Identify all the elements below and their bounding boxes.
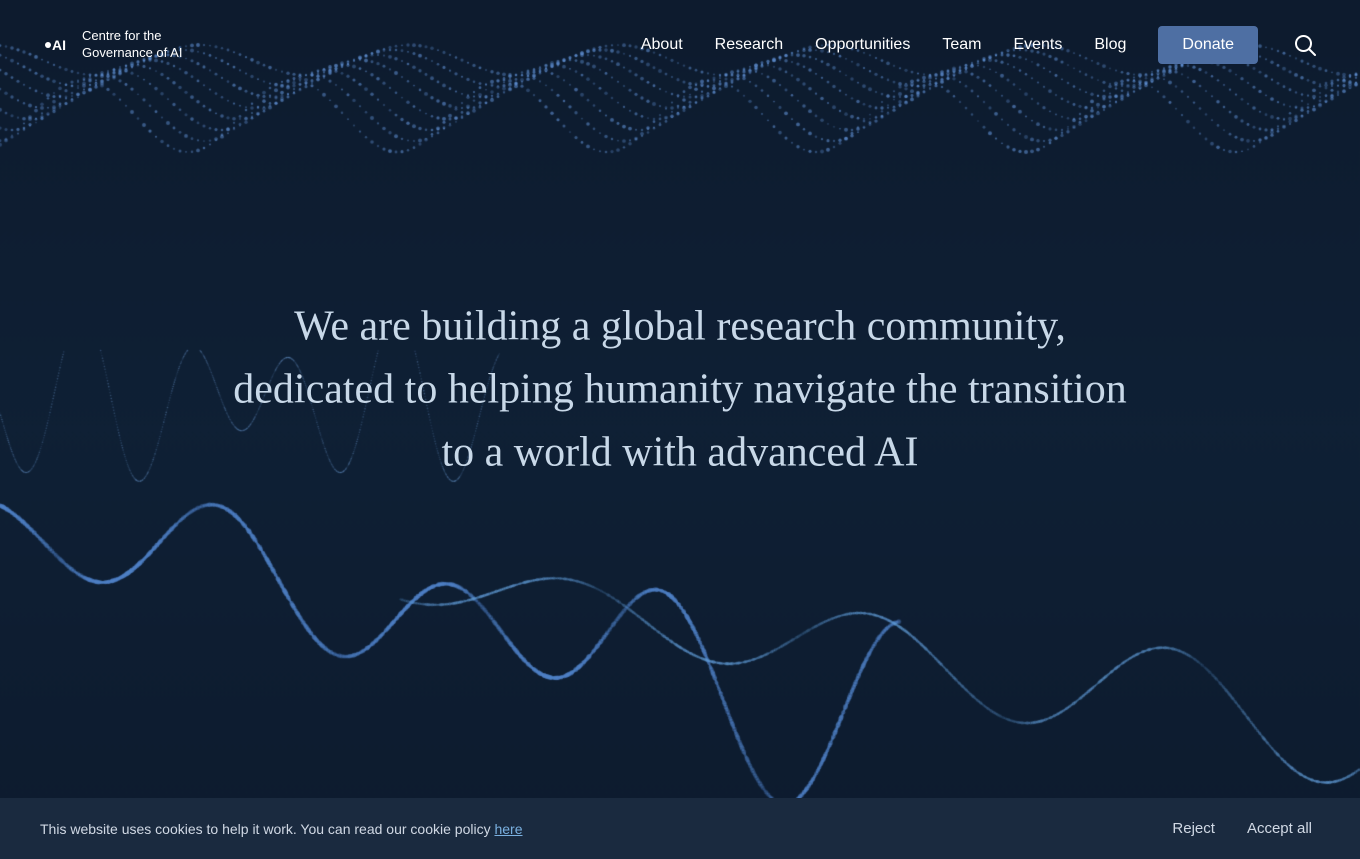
search-icon: [1294, 34, 1316, 56]
logo-text: Centre for the Governance of AI: [82, 28, 182, 62]
hero-section: We are building a global research commun…: [230, 295, 1130, 484]
nav-events[interactable]: Events: [1013, 36, 1062, 54]
search-button[interactable]: [1290, 30, 1320, 60]
logo[interactable]: AI Centre for the Governance of AI: [40, 28, 182, 62]
main-nav: About Research Opportunities Team Events…: [641, 26, 1320, 64]
cookie-banner: This website uses cookies to help it wor…: [0, 798, 1360, 859]
cookie-message: This website uses cookies to help it wor…: [40, 821, 523, 837]
svg-text:AI: AI: [52, 37, 66, 53]
hero-heading: We are building a global research commun…: [230, 295, 1130, 484]
cookie-policy-link[interactable]: here: [494, 821, 522, 837]
nav-team[interactable]: Team: [942, 36, 981, 54]
header: AI Centre for the Governance of AI About…: [0, 0, 1360, 90]
nav-blog[interactable]: Blog: [1094, 36, 1126, 54]
donate-button[interactable]: Donate: [1158, 26, 1258, 64]
nav-research[interactable]: Research: [715, 36, 783, 54]
logo-icon: AI: [40, 29, 72, 61]
nav-about[interactable]: About: [641, 36, 683, 54]
cookie-buttons: Reject Accept all: [1164, 816, 1320, 841]
reject-button[interactable]: Reject: [1164, 816, 1223, 841]
nav-opportunities[interactable]: Opportunities: [815, 36, 910, 54]
accept-all-button[interactable]: Accept all: [1239, 816, 1320, 841]
